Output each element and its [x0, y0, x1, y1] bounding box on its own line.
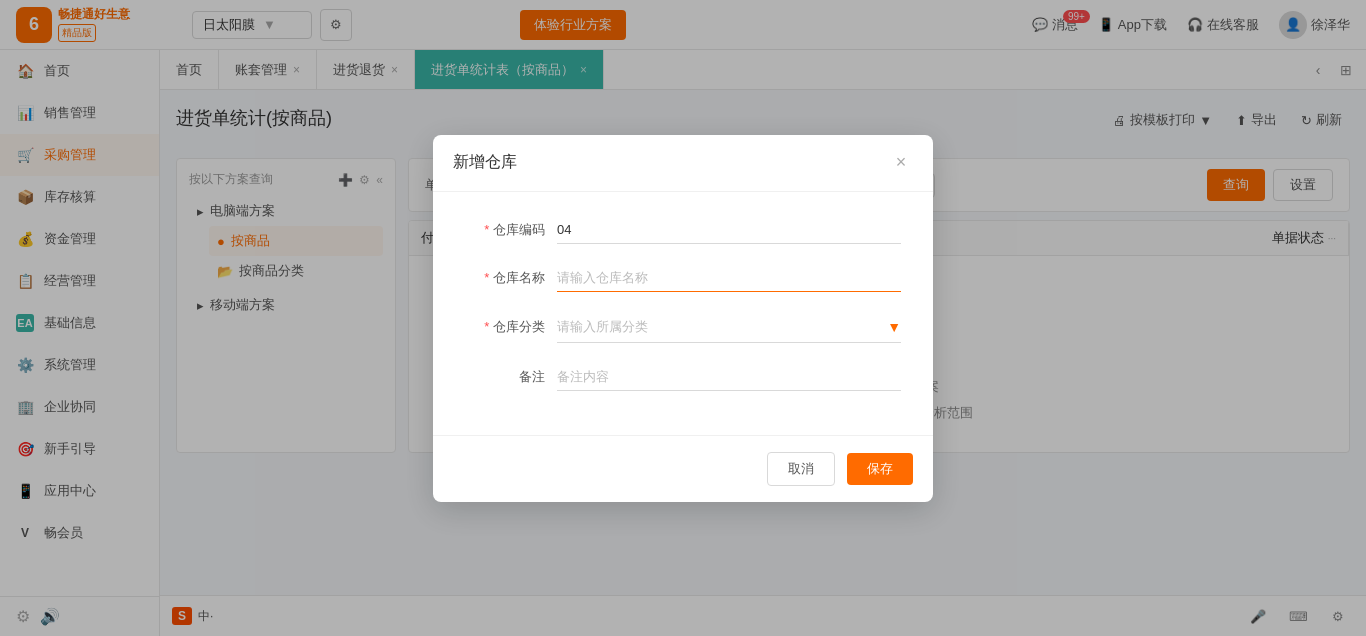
save-button[interactable]: 保存 — [847, 453, 913, 485]
category-label: 仓库分类 — [465, 318, 545, 336]
remark-input[interactable] — [557, 363, 901, 391]
modal-overlay[interactable]: 新增仓库 × 仓库编码 仓库名称 仓库分类 请输入所属分类 ▼ 备注 — [0, 0, 1366, 636]
code-label: 仓库编码 — [465, 221, 545, 239]
modal-footer: 取消 保存 — [433, 435, 933, 502]
modal-close-button[interactable]: × — [889, 151, 913, 175]
category-placeholder: 请输入所属分类 — [557, 318, 887, 336]
modal-body: 仓库编码 仓库名称 仓库分类 请输入所属分类 ▼ 备注 — [433, 192, 933, 435]
form-row-category: 仓库分类 请输入所属分类 ▼ — [465, 312, 901, 343]
category-select[interactable]: 请输入所属分类 ▼ — [557, 312, 901, 343]
remark-label: 备注 — [465, 368, 545, 386]
form-row-remark: 备注 — [465, 363, 901, 391]
name-input[interactable] — [557, 264, 901, 292]
form-row-code: 仓库编码 — [465, 216, 901, 244]
new-warehouse-modal: 新增仓库 × 仓库编码 仓库名称 仓库分类 请输入所属分类 ▼ 备注 — [433, 135, 933, 502]
modal-header: 新增仓库 × — [433, 135, 933, 192]
category-chevron-icon: ▼ — [887, 319, 901, 335]
name-label: 仓库名称 — [465, 269, 545, 287]
code-input[interactable] — [557, 216, 901, 244]
cancel-button[interactable]: 取消 — [767, 452, 835, 486]
modal-title: 新增仓库 — [453, 152, 517, 173]
form-row-name: 仓库名称 — [465, 264, 901, 292]
